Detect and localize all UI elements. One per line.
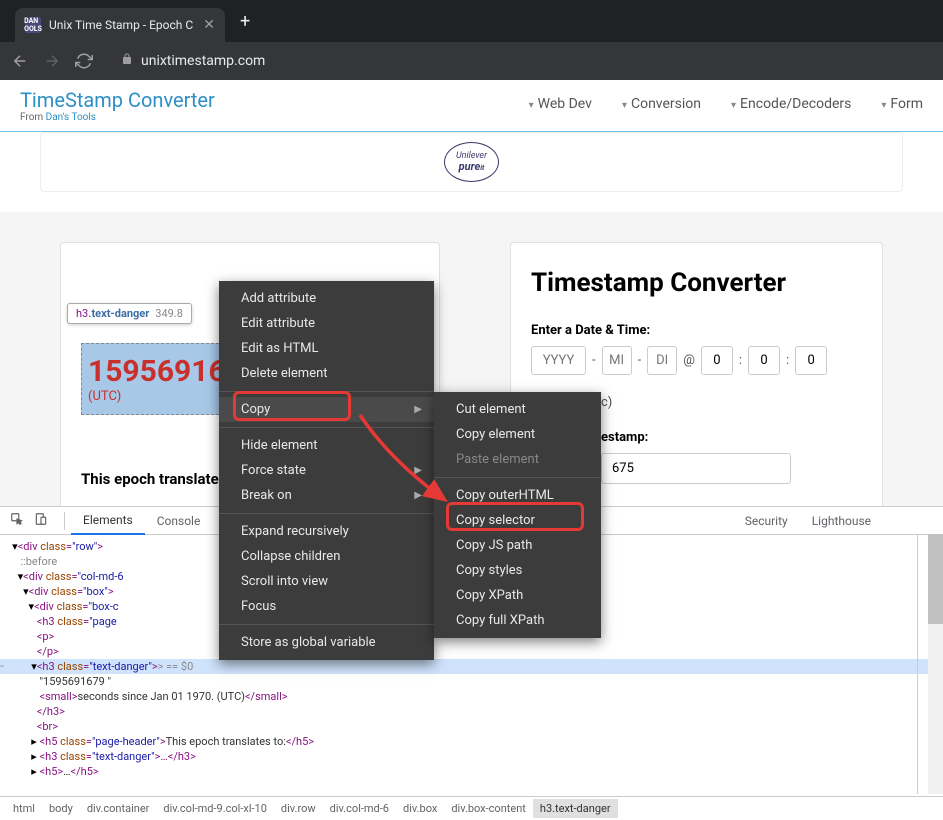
dom-line: ▸ <h5 class="page-header">This epoch tra… bbox=[0, 734, 943, 749]
context-menu-item[interactable]: Store as global variable bbox=[219, 630, 434, 655]
new-tab-button[interactable]: + bbox=[240, 11, 250, 32]
brand-link[interactable]: Dan's Tools bbox=[46, 112, 96, 123]
reload-icon[interactable] bbox=[74, 52, 94, 70]
dom-line: "1595691679 " bbox=[0, 674, 943, 689]
crumb[interactable]: html bbox=[6, 799, 42, 818]
device-icon[interactable] bbox=[34, 512, 48, 529]
crumb[interactable]: div.container bbox=[80, 799, 157, 818]
inspect-icon[interactable] bbox=[10, 512, 24, 529]
crumb[interactable]: div.row bbox=[274, 799, 323, 818]
context-menu-item[interactable]: Expand recursively bbox=[219, 519, 434, 544]
tab-console[interactable]: Console bbox=[145, 507, 213, 535]
second-input[interactable] bbox=[795, 346, 827, 375]
converter-title: Timestamp Converter bbox=[531, 268, 862, 298]
hour-input[interactable] bbox=[701, 346, 733, 375]
context-menu-item[interactable]: Copy XPath bbox=[434, 583, 601, 608]
context-menu-item[interactable]: Edit attribute bbox=[219, 311, 434, 336]
tab-elements[interactable]: Elements bbox=[71, 507, 145, 535]
back-icon[interactable] bbox=[10, 52, 30, 70]
context-menu-item[interactable]: Add attribute bbox=[219, 286, 434, 311]
ad-logo: Unileverpureit bbox=[444, 142, 499, 182]
context-menu-item[interactable]: Copy element bbox=[434, 422, 601, 447]
context-menu-item[interactable]: Copy▶ bbox=[219, 397, 434, 422]
nav-item[interactable]: Conversion bbox=[622, 96, 701, 112]
context-menu-item[interactable]: Break on▶ bbox=[219, 483, 434, 508]
context-menu-item[interactable]: Copy full XPath bbox=[434, 608, 601, 633]
url-text: unixtimestamp.com bbox=[141, 53, 265, 69]
date-inputs: - - @ : : bbox=[531, 346, 862, 375]
tab-title: Unix Time Stamp - Epoch C bbox=[49, 18, 195, 32]
nav-item[interactable]: Form bbox=[881, 96, 923, 112]
context-menu-item[interactable]: Paste element bbox=[434, 447, 601, 472]
ad-banner: Unileverpureit bbox=[40, 132, 903, 192]
nav-item[interactable]: Encode/Decoders bbox=[731, 96, 851, 112]
context-menu-item[interactable]: Hide element bbox=[219, 433, 434, 458]
inspector-tooltip: h3.text-danger349.8 bbox=[67, 303, 192, 324]
crumb[interactable]: div.col-md-9.col-xl-10 bbox=[156, 799, 274, 818]
dom-line: ▸ <h5>…</h5> bbox=[0, 764, 943, 779]
dom-line: </h3> bbox=[0, 704, 943, 719]
url-box[interactable]: unixtimestamp.com bbox=[106, 52, 933, 70]
timestamp-input[interactable] bbox=[601, 453, 791, 484]
dom-line: <br> bbox=[0, 719, 943, 734]
browser-tab[interactable]: DANOOLS Unix Time Stamp - Epoch C ✕ bbox=[15, 8, 225, 42]
context-menu-item[interactable]: Focus bbox=[219, 594, 434, 619]
day-input[interactable] bbox=[647, 346, 677, 375]
forward-icon[interactable] bbox=[42, 52, 62, 70]
date-label: Enter a Date & Time: bbox=[531, 323, 862, 338]
brand-subtitle: From Dan's Tools bbox=[20, 112, 215, 123]
context-menu-item[interactable]: Scroll into view bbox=[219, 569, 434, 594]
crumb[interactable]: div.col-md-6 bbox=[323, 799, 396, 818]
context-menu-main: Add attributeEdit attributeEdit as HTMLD… bbox=[219, 281, 434, 660]
dom-breadcrumb: html body div.container div.col-md-9.col… bbox=[0, 796, 943, 820]
crumb[interactable]: div.box bbox=[396, 799, 444, 818]
context-menu-item[interactable]: Delete element bbox=[219, 361, 434, 386]
devtools-scrollbar[interactable] bbox=[928, 534, 943, 794]
minute-input[interactable] bbox=[748, 346, 780, 375]
browser-chrome: DANOOLS Unix Time Stamp - Epoch C ✕ + un… bbox=[0, 0, 943, 80]
brand: TimeStamp Converter From Dan's Tools bbox=[20, 88, 215, 123]
tab-security[interactable]: Security bbox=[733, 507, 800, 535]
dom-line: ▸ <h3 class="text-danger">…</h3> bbox=[0, 749, 943, 764]
nav-item[interactable]: Web Dev bbox=[529, 96, 592, 112]
year-input[interactable] bbox=[531, 346, 586, 375]
nav-menu: Web Dev Conversion Encode/Decoders Form bbox=[529, 88, 923, 112]
context-menu-copy: Cut elementCopy elementPaste element Copy… bbox=[434, 392, 601, 638]
crumb[interactable]: h3.text-danger bbox=[533, 799, 618, 818]
favicon: DANOOLS bbox=[25, 17, 41, 33]
crumb[interactable]: body bbox=[42, 799, 80, 818]
tab-strip: DANOOLS Unix Time Stamp - Epoch C ✕ + bbox=[0, 0, 943, 42]
site-header: TimeStamp Converter From Dan's Tools Web… bbox=[0, 80, 943, 132]
context-menu-item[interactable]: Force state▶ bbox=[219, 458, 434, 483]
context-menu-item[interactable]: Copy JS path bbox=[434, 533, 601, 558]
tab-lighthouse[interactable]: Lighthouse bbox=[800, 507, 883, 535]
context-menu-item[interactable]: Copy styles bbox=[434, 558, 601, 583]
crumb[interactable]: div.box-content bbox=[444, 799, 533, 818]
dom-line: <small>seconds since Jan 01 1970. (UTC)<… bbox=[0, 689, 943, 704]
dom-line: </p> bbox=[0, 644, 943, 659]
month-input[interactable] bbox=[602, 346, 632, 375]
dom-line-selected: ▾<h3 class="text-danger">> == $0 bbox=[0, 659, 943, 674]
context-menu-item[interactable]: Copy outerHTML bbox=[434, 483, 601, 508]
lock-icon bbox=[121, 52, 133, 70]
address-bar: unixtimestamp.com bbox=[0, 42, 943, 80]
context-menu-item[interactable]: Collapse children bbox=[219, 544, 434, 569]
context-menu-item[interactable]: Edit as HTML bbox=[219, 336, 434, 361]
close-icon[interactable]: ✕ bbox=[203, 17, 215, 33]
context-menu-item[interactable]: Copy selector bbox=[434, 508, 601, 533]
context-menu-item[interactable]: Cut element bbox=[434, 397, 601, 422]
brand-title[interactable]: TimeStamp Converter bbox=[20, 88, 215, 112]
